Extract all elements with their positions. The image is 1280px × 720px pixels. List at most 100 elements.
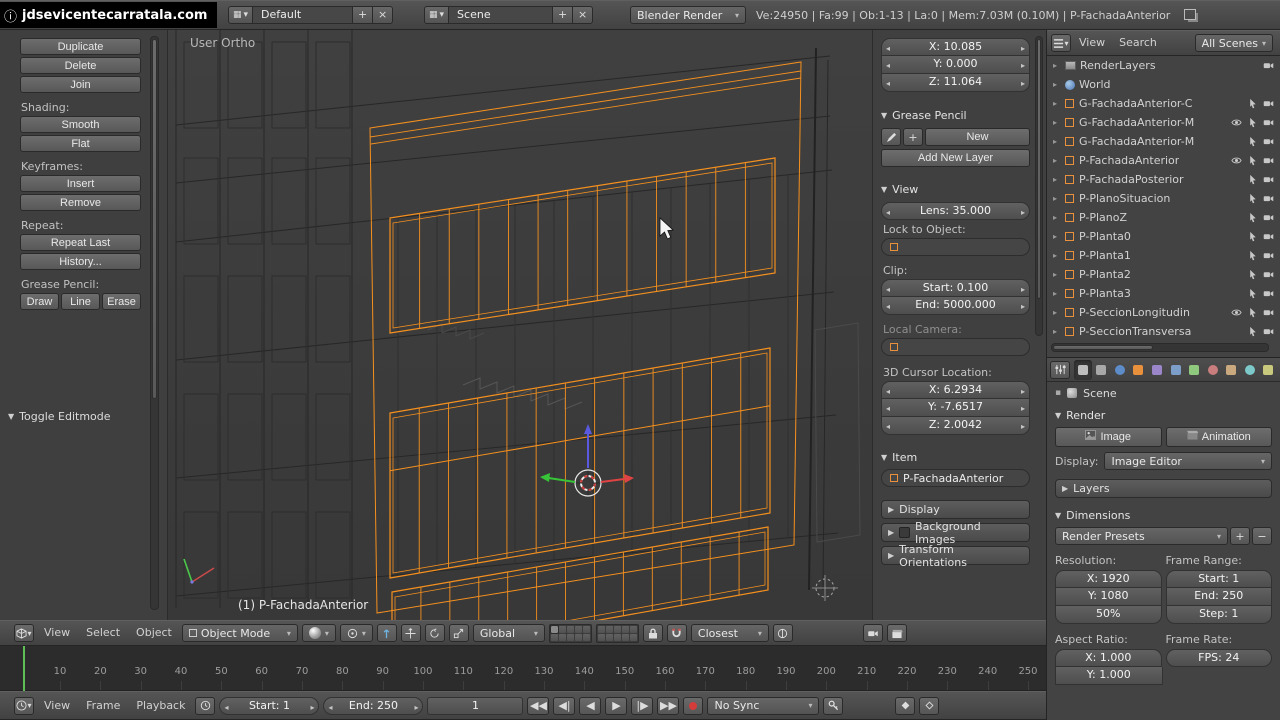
layer-dot-3[interactable] (613, 625, 621, 633)
duplicate-button[interactable]: Duplicate (20, 38, 141, 55)
expand-icon[interactable]: ▸ (1053, 175, 1064, 184)
outliner-item-g-fachadaanterior-c[interactable]: ▸ G-FachadaAnterior-C (1047, 94, 1280, 113)
expand-icon[interactable]: ▸ (1053, 156, 1064, 165)
renderable-camera-icon[interactable] (1262, 231, 1275, 242)
expand-icon[interactable]: ▸ (1053, 232, 1064, 241)
properties-tab-data[interactable] (1185, 360, 1203, 380)
layout-name[interactable]: Default (253, 6, 354, 24)
selectable-cursor-icon[interactable] (1246, 136, 1259, 147)
renderable-camera-icon[interactable] (1262, 288, 1275, 299)
outliner-menu-search[interactable]: Search (1113, 31, 1163, 55)
cursor-x-field[interactable]: ◂ X: 6.2934 ▸ (881, 381, 1030, 399)
fps-field[interactable]: FPS: 24 (1165, 649, 1272, 667)
outliner-item-renderlayers[interactable]: ▸ RenderLayers (1047, 56, 1280, 75)
insert-keyframe-icon[interactable] (895, 696, 916, 715)
gp-new-button[interactable]: New (925, 128, 1030, 146)
properties-tab-object[interactable] (1130, 360, 1148, 380)
toggle-editmode-panel[interactable]: ▼ Toggle Editmode (8, 410, 111, 423)
outliner-item-p-fachadaanterior[interactable]: ▸ P-FachadaAnterior (1047, 151, 1280, 170)
add-preset-button[interactable]: + (1230, 527, 1250, 545)
join-button[interactable]: Join (20, 76, 141, 93)
layer-dot-9[interactable] (621, 633, 629, 641)
timeline-ruler[interactable]: 10 20 30 40 50 60 70 80 90 100 110 120 130 140 150 160 1… (0, 646, 1046, 691)
frame-step-field[interactable]: Step: 1 (1165, 606, 1272, 624)
renderable-camera-icon[interactable] (1262, 307, 1275, 318)
tl-menu-frame[interactable]: Frame (80, 692, 126, 720)
repeat-last-button[interactable]: Repeat Last (20, 234, 141, 251)
prev-keyframe-button[interactable]: ◀| (553, 696, 576, 715)
renderable-camera-icon[interactable] (1262, 98, 1275, 109)
layer-dot-10[interactable] (629, 633, 637, 641)
expand-icon[interactable]: ▸ (1053, 61, 1064, 70)
expand-icon[interactable]: ▸ (1053, 289, 1064, 298)
close-layout-button[interactable]: × (373, 6, 394, 24)
next-keyframe-button[interactable]: |▶ (631, 696, 654, 715)
start-frame-field[interactable]: ◂ Start: 1 ▸ (219, 696, 320, 715)
selectable-cursor-icon[interactable] (1246, 155, 1259, 166)
layer-dot-4[interactable] (574, 625, 582, 633)
scale-manipulator-icon[interactable] (448, 624, 469, 642)
delete-keyframe-icon[interactable] (919, 696, 940, 715)
panel-display[interactable]: ▶ Display (881, 500, 1030, 519)
snap-magnet-icon[interactable] (666, 624, 687, 642)
add-new-layer-button[interactable]: Add New Layer (881, 149, 1030, 167)
outliner-item-p-planoz[interactable]: ▸ P-PlanoZ (1047, 208, 1280, 227)
properties-tab-texture[interactable] (1222, 360, 1240, 380)
expand-icon[interactable]: ▸ (1053, 99, 1064, 108)
outliner-item-g-fachadaanterior-m[interactable]: ▸ G-FachadaAnterior-M (1047, 113, 1280, 132)
vp-menu-select[interactable]: Select (80, 619, 126, 647)
snap-peel-icon[interactable] (772, 624, 793, 642)
selectable-cursor-icon[interactable] (1246, 117, 1259, 128)
layer-dot-7[interactable] (558, 633, 566, 641)
render-image-button[interactable]: Image (1055, 427, 1162, 447)
expand-icon[interactable]: ▸ (1053, 118, 1064, 127)
editor-type-timeline-icon[interactable]: ▾ (14, 696, 34, 715)
properties-tab-scene[interactable] (1093, 360, 1111, 380)
rotate-manipulator-icon[interactable] (424, 624, 445, 642)
cursor-z-field[interactable]: ◂ Z: 2.0042 ▸ (881, 417, 1030, 435)
layer-dot-4[interactable] (621, 625, 629, 633)
play-button[interactable]: ▶ (605, 696, 628, 715)
jump-to-end-button[interactable]: ▶▶ (657, 696, 680, 715)
current-frame-marker[interactable] (23, 646, 25, 691)
outliner-item-g-fachadaanterior-m[interactable]: ▸ G-FachadaAnterior-M (1047, 132, 1280, 151)
close-scene-button[interactable]: × (573, 6, 594, 24)
layer-dot-8[interactable] (566, 633, 574, 641)
sync-select[interactable]: No Sync ▾ (707, 696, 820, 715)
translate-manipulator-icon[interactable] (400, 624, 421, 642)
visibility-eye-icon[interactable] (1230, 155, 1243, 166)
empty-object[interactable] (812, 575, 838, 601)
outliner-item-p-planta2[interactable]: ▸ P-Planta2 (1047, 265, 1280, 284)
manipulator-toggle-icon[interactable] (376, 624, 397, 642)
renderable-camera-icon[interactable] (1262, 193, 1275, 204)
selectable-cursor-icon[interactable] (1246, 212, 1259, 223)
current-frame-field[interactable]: 1 (427, 696, 524, 715)
selectable-cursor-icon[interactable] (1246, 307, 1259, 318)
tl-menu-view[interactable]: View (38, 692, 76, 720)
tool-shelf-scrollbar[interactable] (150, 36, 159, 610)
layer-dot-7[interactable] (605, 633, 613, 641)
lock-to-object-field[interactable] (881, 238, 1030, 256)
properties-tab-physics[interactable] (1259, 360, 1277, 380)
selectable-cursor-icon[interactable] (1246, 288, 1259, 299)
layer-dot-6[interactable] (550, 633, 558, 641)
renderable-camera-icon[interactable] (1262, 155, 1275, 166)
lens-field[interactable]: ◂ Lens: 35.000 ▸ (881, 202, 1030, 220)
scene-name[interactable]: Scene (449, 6, 554, 24)
expand-icon[interactable]: ▸ (1053, 251, 1064, 260)
panel-item[interactable]: ▼ Item (881, 448, 1030, 466)
tl-menu-playback[interactable]: Playback (130, 692, 191, 720)
renderable-camera-icon[interactable] (1262, 174, 1275, 185)
panel-layers[interactable]: ▶ Layers (1055, 479, 1272, 498)
jump-to-start-button[interactable]: ◀◀ (527, 696, 550, 715)
vp-menu-object[interactable]: Object (130, 619, 178, 647)
gp-line-button[interactable]: Line (61, 293, 100, 310)
window-duplicate-icon[interactable] (1184, 9, 1196, 20)
outliner-item-p-secciontransversa[interactable]: ▸ P-SeccionTransversa (1047, 322, 1280, 341)
layer-dot-5[interactable] (582, 625, 590, 633)
frame-end-field[interactable]: End: 250 (1165, 588, 1272, 606)
editor-type-properties-icon[interactable] (1050, 360, 1070, 379)
selectable-cursor-icon[interactable] (1246, 250, 1259, 261)
viewport-3d[interactable]: User Ortho (1) P-FachadaAnterior (168, 30, 872, 620)
transform-z-field[interactable]: ◂ Z: 11.064 ▸ (881, 74, 1030, 92)
